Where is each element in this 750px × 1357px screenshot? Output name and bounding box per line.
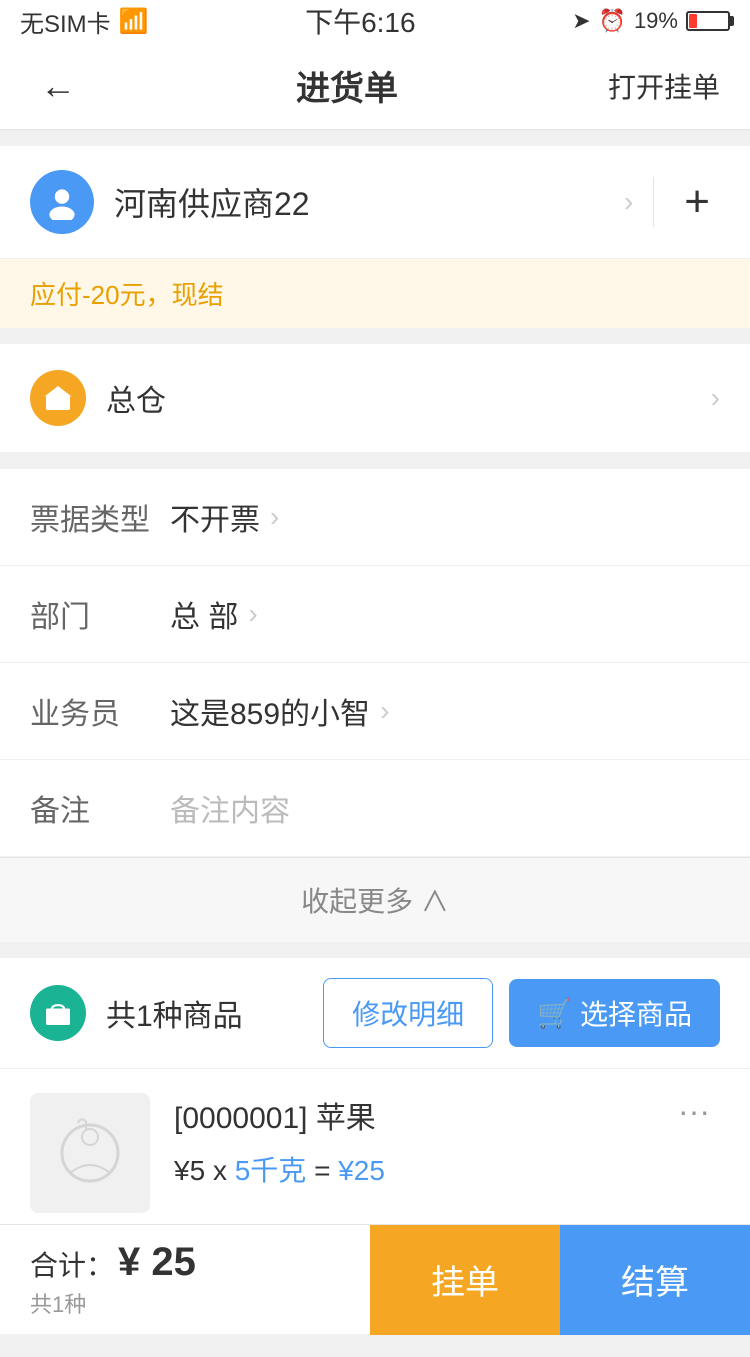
supplier-name: 河南供应商22: [114, 179, 624, 225]
invoice-value: 不开票: [170, 495, 260, 539]
divider-v: [653, 177, 654, 227]
avatar: [30, 170, 94, 234]
supplier-section: 河南供应商22 › + 应付-20元，现结: [0, 146, 750, 328]
supplier-row[interactable]: 河南供应商22 › +: [0, 146, 750, 259]
footer: 合计： ¥ 25 共1种 挂单 结算: [0, 1224, 750, 1334]
department-row[interactable]: 部门 总 部 ›: [0, 566, 750, 663]
location-icon: ➤: [572, 8, 590, 34]
supplier-arrow-icon: ›: [624, 186, 633, 218]
product-title: 苹果: [316, 1102, 376, 1135]
select-btn-label: 选择商品: [580, 993, 692, 1033]
product-more-button[interactable]: ···: [668, 1093, 720, 1130]
open-pending-button[interactable]: 打开挂单: [608, 66, 720, 106]
nav-bar: ← 进货单 打开挂单: [0, 42, 750, 130]
status-left: 无SIM卡 📶: [20, 4, 149, 39]
select-product-button[interactable]: 🛒 选择商品: [509, 979, 720, 1047]
product-price: ¥5 x 5千克 = ¥25: [174, 1149, 668, 1189]
checkout-btn-label: 结算: [621, 1255, 689, 1304]
warehouse-arrow-icon: ›: [711, 382, 720, 414]
alarm-icon: ⏰: [599, 8, 626, 34]
department-label: 部门: [30, 592, 170, 636]
gap-4: [0, 942, 750, 958]
product-section-icon: [30, 985, 86, 1041]
checkout-button[interactable]: 结算: [560, 1225, 750, 1335]
warehouse-section: 总仓 ›: [0, 344, 750, 453]
carrier-label: 无SIM卡: [20, 4, 111, 39]
product-section: 共1种商品 修改明细 🛒 选择商品 [0000001] 苹果 ¥5 x: [0, 958, 750, 1237]
gap-1: [0, 130, 750, 146]
status-right: ➤ ⏰ 19%: [572, 8, 730, 34]
total-sub: 共1种: [30, 1287, 340, 1319]
salesperson-row[interactable]: 业务员 这是859的小智 ›: [0, 663, 750, 760]
invoice-row[interactable]: 票据类型 不开票 ›: [0, 469, 750, 566]
battery-percent: 19%: [634, 8, 678, 34]
product-header: 共1种商品 修改明细 🛒 选择商品: [0, 958, 750, 1068]
remark-value: 备注内容: [170, 786, 290, 830]
add-supplier-button[interactable]: +: [674, 177, 720, 227]
back-button[interactable]: ←: [30, 55, 86, 117]
collapse-label: 收起更多 ∧: [301, 886, 449, 917]
product-item: [0000001] 苹果 ¥5 x 5千克 = ¥25 ···: [0, 1068, 750, 1237]
page-title: 进货单: [296, 61, 398, 110]
remark-row[interactable]: 备注 备注内容: [0, 760, 750, 857]
total-amount: ¥ 25: [118, 1240, 196, 1285]
gap-2: [0, 328, 750, 344]
product-thumbnail: [30, 1093, 150, 1213]
product-id: [0000001]: [174, 1102, 307, 1135]
total-label: 合计：: [30, 1244, 114, 1284]
price-equals: =: [314, 1155, 338, 1186]
warehouse-row[interactable]: 总仓 ›: [0, 344, 750, 453]
product-count: 共1种商品: [106, 991, 323, 1035]
pending-button[interactable]: 挂单: [370, 1225, 560, 1335]
warehouse-name: 总仓: [106, 376, 711, 420]
remark-label: 备注: [30, 786, 170, 830]
battery-icon: [686, 11, 730, 31]
product-info: [0000001] 苹果 ¥5 x 5千克 = ¥25: [174, 1093, 668, 1189]
invoice-label: 票据类型: [30, 495, 170, 539]
collapse-bar[interactable]: 收起更多 ∧: [0, 857, 750, 942]
notice-bar: 应付-20元，现结: [0, 259, 750, 328]
footer-total: 合计： ¥ 25 共1种: [0, 1240, 370, 1319]
salesperson-value: 这是859的小智: [170, 689, 370, 733]
invoice-arrow-icon: ›: [270, 501, 279, 533]
total-value: ¥25: [338, 1155, 385, 1186]
department-value: 总 部: [170, 592, 238, 636]
form-section: 票据类型 不开票 › 部门 总 部 › 业务员 这是859的小智 › 备注 备注…: [0, 469, 750, 942]
select-icon: 🛒: [537, 997, 572, 1030]
battery-fill: [689, 14, 697, 28]
pending-btn-label: 挂单: [431, 1255, 499, 1304]
salesperson-label: 业务员: [30, 689, 170, 733]
price-value: ¥5: [174, 1155, 205, 1186]
price-separator: x: [213, 1155, 235, 1186]
status-bar: 无SIM卡 📶 下午6:16 ➤ ⏰ 19%: [0, 0, 750, 42]
quantity-value: 5千克: [235, 1155, 307, 1186]
status-time: 下午6:16: [305, 1, 416, 41]
product-name: [0000001] 苹果: [174, 1093, 668, 1137]
wifi-icon: 📶: [119, 7, 149, 36]
department-arrow-icon: ›: [248, 598, 257, 630]
gap-3: [0, 453, 750, 469]
modify-detail-button[interactable]: 修改明细: [323, 978, 493, 1048]
salesperson-arrow-icon: ›: [380, 695, 389, 727]
warehouse-icon: [30, 370, 86, 426]
